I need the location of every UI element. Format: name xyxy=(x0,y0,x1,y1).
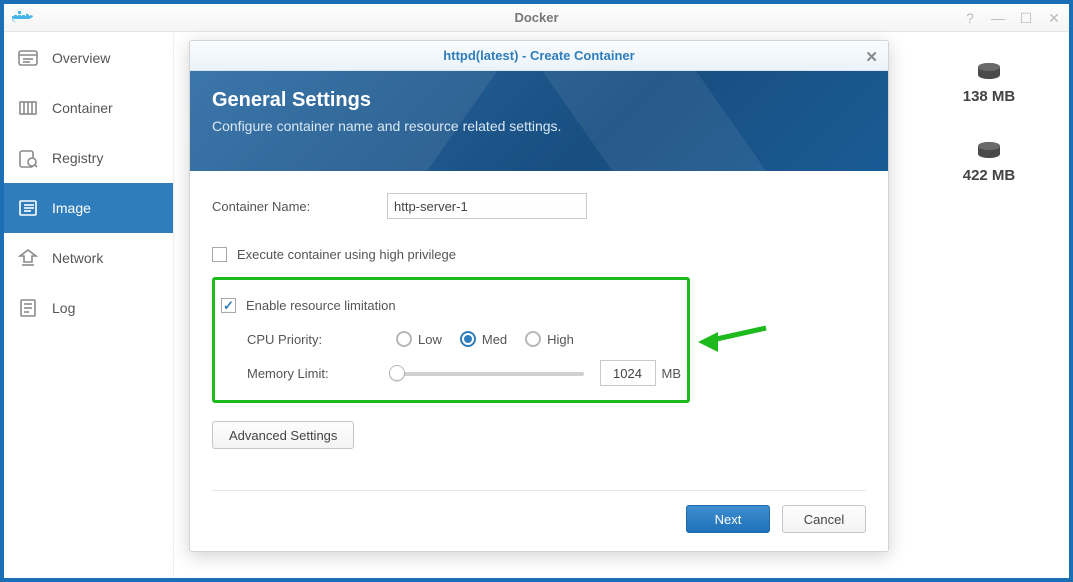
sidebar-item-label: Log xyxy=(52,300,75,316)
docker-whale-icon xyxy=(12,9,34,30)
maximize-icon[interactable]: ☐ xyxy=(1019,11,1033,25)
sidebar-item-label: Network xyxy=(52,250,103,266)
cpu-med-label: Med xyxy=(482,332,507,347)
sidebar-item-log[interactable]: Log xyxy=(4,283,173,333)
registry-icon xyxy=(18,148,38,168)
help-icon[interactable]: ? xyxy=(963,11,977,25)
cpu-high-label: High xyxy=(547,332,574,347)
modal-header-title: General Settings xyxy=(212,89,866,112)
annotation-arrow-icon xyxy=(698,324,768,354)
memory-limit-unit: MB xyxy=(662,366,682,381)
modal-header: General Settings Configure container nam… xyxy=(190,71,888,171)
stats-panel: 138 MB 422 MB xyxy=(909,44,1069,202)
sidebar-item-network[interactable]: Network xyxy=(4,233,173,283)
memory-limit-input[interactable] xyxy=(600,360,656,386)
resource-limitation-label: Enable resource limitation xyxy=(246,298,396,313)
sidebar-item-label: Registry xyxy=(52,150,103,166)
sidebar-item-label: Overview xyxy=(52,50,110,66)
cpu-priority-label: CPU Priority: xyxy=(247,332,396,347)
modal-title: httpd(latest) - Create Container xyxy=(443,48,634,63)
sidebar-item-label: Container xyxy=(52,100,113,116)
cpu-med-radio[interactable] xyxy=(460,331,476,347)
stat-item: 422 MB xyxy=(909,123,1069,202)
sidebar-item-registry[interactable]: Registry xyxy=(4,133,173,183)
create-container-modal: httpd(latest) - Create Container ✕ Gener… xyxy=(189,40,889,552)
minimize-icon[interactable]: — xyxy=(991,11,1005,25)
modal-titlebar: httpd(latest) - Create Container ✕ xyxy=(190,41,888,71)
memory-limit-slider[interactable] xyxy=(391,365,584,381)
log-icon xyxy=(18,298,38,318)
high-privilege-label: Execute container using high privilege xyxy=(237,247,456,262)
resource-limitation-highlight: Enable resource limitation CPU Priority:… xyxy=(212,277,690,403)
app-window: Docker ? — ☐ ✕ Overview Container Regist… xyxy=(0,0,1073,582)
memory-limit-label: Memory Limit: xyxy=(247,366,391,381)
image-icon xyxy=(18,198,38,218)
next-button[interactable]: Next xyxy=(686,505,770,533)
cancel-button[interactable]: Cancel xyxy=(782,505,866,533)
sidebar-item-overview[interactable]: Overview xyxy=(4,33,173,83)
advanced-settings-button[interactable]: Advanced Settings xyxy=(212,421,354,449)
network-icon xyxy=(18,248,38,268)
cpu-high-radio[interactable] xyxy=(525,331,541,347)
modal-header-subtitle: Configure container name and resource re… xyxy=(212,118,866,134)
modal-body: Container Name: Execute container using … xyxy=(190,171,888,449)
container-name-input[interactable] xyxy=(387,193,587,219)
titlebar: Docker ? — ☐ ✕ xyxy=(4,4,1069,32)
stat-item: 138 MB xyxy=(909,44,1069,123)
container-icon xyxy=(18,98,38,118)
disk-icon xyxy=(976,62,1002,82)
sidebar: Overview Container Registry Image Networ… xyxy=(4,33,174,578)
resource-limitation-checkbox[interactable] xyxy=(221,298,236,313)
stat-value: 422 MB xyxy=(963,167,1016,184)
stat-value: 138 MB xyxy=(963,88,1016,105)
high-privilege-checkbox[interactable] xyxy=(212,247,227,262)
sidebar-item-image[interactable]: Image xyxy=(4,183,173,233)
window-title: Docker xyxy=(514,10,558,25)
overview-icon xyxy=(18,48,38,68)
sidebar-item-container[interactable]: Container xyxy=(4,83,173,133)
cpu-low-radio[interactable] xyxy=(396,331,412,347)
cpu-low-label: Low xyxy=(418,332,442,347)
close-icon[interactable]: ✕ xyxy=(1047,11,1061,25)
sidebar-item-label: Image xyxy=(52,200,91,216)
container-name-label: Container Name: xyxy=(212,199,387,214)
modal-close-icon[interactable]: ✕ xyxy=(865,48,878,66)
modal-footer: Next Cancel xyxy=(212,490,866,533)
disk-icon xyxy=(976,141,1002,161)
